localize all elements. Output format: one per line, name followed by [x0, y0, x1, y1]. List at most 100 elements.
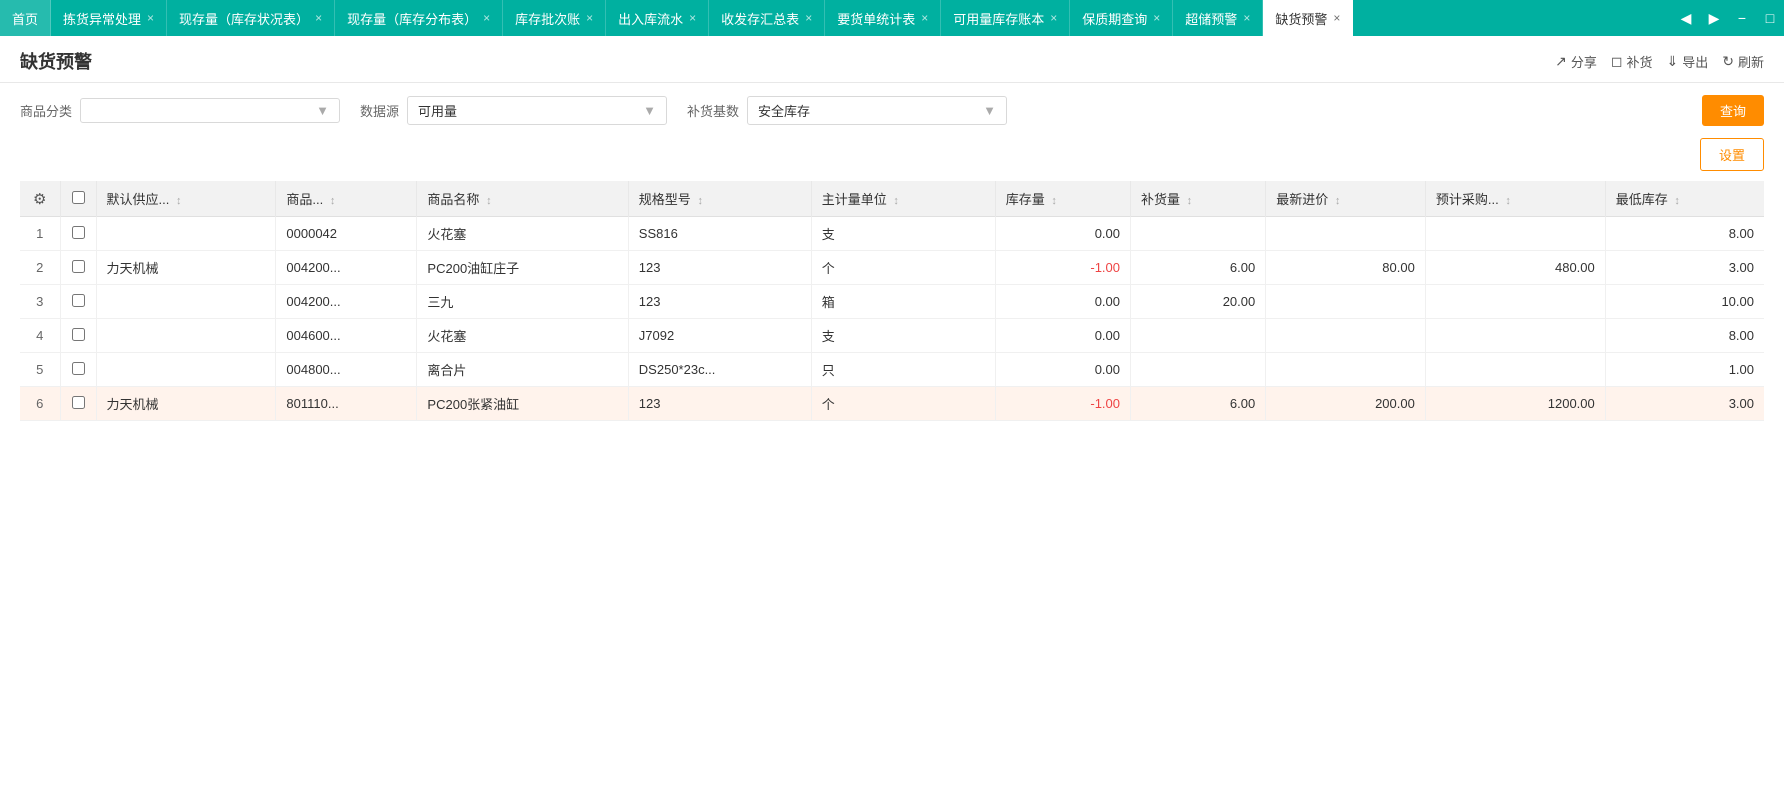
row-replenish-6: 6.00 [1131, 387, 1266, 421]
row-code-4: 004600... [276, 319, 417, 353]
row-est-purchase-1 [1425, 217, 1605, 251]
row-checkbox-1[interactable] [60, 217, 96, 251]
export-button[interactable]: ⇓ 导出 [1667, 52, 1709, 71]
select-all-checkbox[interactable] [72, 191, 85, 204]
th-latest-price[interactable]: 最新进价 ↕ [1266, 181, 1426, 217]
row-select-2[interactable] [72, 260, 85, 273]
row-min-stock-2: 3.00 [1605, 251, 1764, 285]
row-num-4: 4 [20, 319, 60, 353]
close-tab-inout-flow[interactable]: × [689, 11, 696, 25]
refresh-button[interactable]: ↻ 刷新 [1722, 52, 1764, 71]
filter-row-2: 设置 [0, 138, 1784, 181]
table-body: 1 0000042 火花塞 SS816 支 0.00 8.00 2 力天机械 0… [20, 217, 1764, 421]
nav-next-btn[interactable]: ▶ [1700, 0, 1728, 36]
replenish-base-filter-group: 补货基数 安全库存 ▼ [687, 96, 1007, 125]
row-latest-price-2: 80.00 [1266, 251, 1426, 285]
tab-inventory-status[interactable]: 现存量（库存状况表） × [167, 0, 335, 36]
row-min-stock-5: 1.00 [1605, 353, 1764, 387]
nav-prev-btn[interactable]: ◀ [1672, 0, 1700, 36]
close-tab-order-stats[interactable]: × [921, 11, 928, 25]
replenish-base-select[interactable]: 安全库存 ▼ [747, 96, 1007, 125]
close-tab-overstock[interactable]: × [1243, 11, 1250, 25]
table-row: 4 004600... 火花塞 J7092 支 0.00 8.00 [20, 319, 1764, 353]
tab-inout-flow[interactable]: 出入库流水 × [606, 0, 709, 36]
row-spec-6: 123 [628, 387, 811, 421]
close-tab-shortage[interactable]: × [1333, 11, 1340, 25]
sort-supplier-icon: ↕ [176, 195, 182, 207]
row-code-2: 004200... [276, 251, 417, 285]
close-tab-abnormal[interactable]: × [147, 11, 154, 25]
row-stock-2: -1.00 [995, 251, 1130, 285]
datasource-value: 可用量 [418, 101, 457, 120]
row-latest-price-6: 200.00 [1266, 387, 1426, 421]
datasource-label: 数据源 [360, 101, 399, 120]
table-settings-icon[interactable]: ⚙ [33, 191, 46, 208]
row-est-purchase-4 [1425, 319, 1605, 353]
query-button[interactable]: 查询 [1702, 95, 1764, 126]
row-select-5[interactable] [72, 362, 85, 375]
th-unit[interactable]: 主计量单位 ↕ [811, 181, 995, 217]
close-tab-expiry[interactable]: × [1153, 11, 1160, 25]
row-checkbox-5[interactable] [60, 353, 96, 387]
close-tab-batch[interactable]: × [586, 11, 593, 25]
row-name-5: 离合片 [417, 353, 628, 387]
table-row: 3 004200... 三九 123 箱 0.00 20.00 10.00 [20, 285, 1764, 319]
row-stock-5: 0.00 [995, 353, 1130, 387]
minimize-btn[interactable]: − [1728, 0, 1756, 36]
row-checkbox-4[interactable] [60, 319, 96, 353]
row-select-3[interactable] [72, 294, 85, 307]
row-checkbox-6[interactable] [60, 387, 96, 421]
tab-receive-summary[interactable]: 收发存汇总表 × [709, 0, 825, 36]
tab-home[interactable]: 首页 [0, 0, 51, 36]
row-spec-5: DS250*23c... [628, 353, 811, 387]
row-select-6[interactable] [72, 396, 85, 409]
row-num-2: 2 [20, 251, 60, 285]
settings-button[interactable]: 设置 [1700, 138, 1764, 171]
row-supplier-6: 力天机械 [96, 387, 276, 421]
row-name-2: PC200油缸庄子 [417, 251, 628, 285]
tab-available-ledger[interactable]: 可用量库存账本 × [941, 0, 1070, 36]
row-stock-4: 0.00 [995, 319, 1130, 353]
row-spec-1: SS816 [628, 217, 811, 251]
replenish-button[interactable]: ◻ 补货 [1611, 52, 1653, 71]
datasource-select[interactable]: 可用量 ▼ [407, 96, 667, 125]
th-replenish[interactable]: 补货量 ↕ [1131, 181, 1266, 217]
row-checkbox-2[interactable] [60, 251, 96, 285]
th-settings[interactable]: ⚙ [20, 181, 60, 217]
category-select[interactable]: ▼ [80, 98, 340, 123]
replenish-base-value: 安全库存 [758, 101, 810, 120]
th-spec[interactable]: 规格型号 ↕ [628, 181, 811, 217]
close-tab-receive-summary[interactable]: × [805, 11, 812, 25]
tab-batch[interactable]: 库存批次账 × [503, 0, 606, 36]
th-name[interactable]: 商品名称 ↕ [417, 181, 628, 217]
th-supplier[interactable]: 默认供应... ↕ [96, 181, 276, 217]
row-stock-6: -1.00 [995, 387, 1130, 421]
sort-est-purchase-icon: ↕ [1505, 195, 1511, 207]
tab-inventory-dist[interactable]: 现存量（库存分布表） × [335, 0, 503, 36]
th-min-stock[interactable]: 最低库存 ↕ [1605, 181, 1764, 217]
close-tab-inventory-dist[interactable]: × [483, 11, 490, 25]
sort-min-stock-icon: ↕ [1674, 195, 1680, 207]
row-checkbox-3[interactable] [60, 285, 96, 319]
th-stock[interactable]: 库存量 ↕ [995, 181, 1130, 217]
filter-row: 商品分类 ▼ 数据源 可用量 ▼ 补货基数 安全库存 ▼ 查询 [0, 83, 1784, 138]
close-tab-inventory-status[interactable]: × [315, 11, 322, 25]
row-select-4[interactable] [72, 328, 85, 341]
category-chevron-icon: ▼ [316, 103, 329, 118]
tab-order-stats[interactable]: 要货单统计表 × [825, 0, 941, 36]
tab-shortage[interactable]: 缺货预警 × [1263, 0, 1353, 36]
row-latest-price-5 [1266, 353, 1426, 387]
th-code[interactable]: 商品... ↕ [276, 181, 417, 217]
row-spec-4: J7092 [628, 319, 811, 353]
row-supplier-2: 力天机械 [96, 251, 276, 285]
tab-overstock[interactable]: 超储预警 × [1173, 0, 1263, 36]
page-title: 缺货预警 [20, 48, 92, 74]
row-select-1[interactable] [72, 226, 85, 239]
th-est-purchase[interactable]: 预计采购... ↕ [1425, 181, 1605, 217]
maximize-btn[interactable]: □ [1756, 0, 1784, 36]
close-tab-available-ledger[interactable]: × [1050, 11, 1057, 25]
tab-abnormal[interactable]: 拣货异常处理 × [51, 0, 167, 36]
row-stock-3: 0.00 [995, 285, 1130, 319]
share-button[interactable]: ↗ 分享 [1555, 52, 1597, 71]
tab-expiry[interactable]: 保质期查询 × [1070, 0, 1173, 36]
